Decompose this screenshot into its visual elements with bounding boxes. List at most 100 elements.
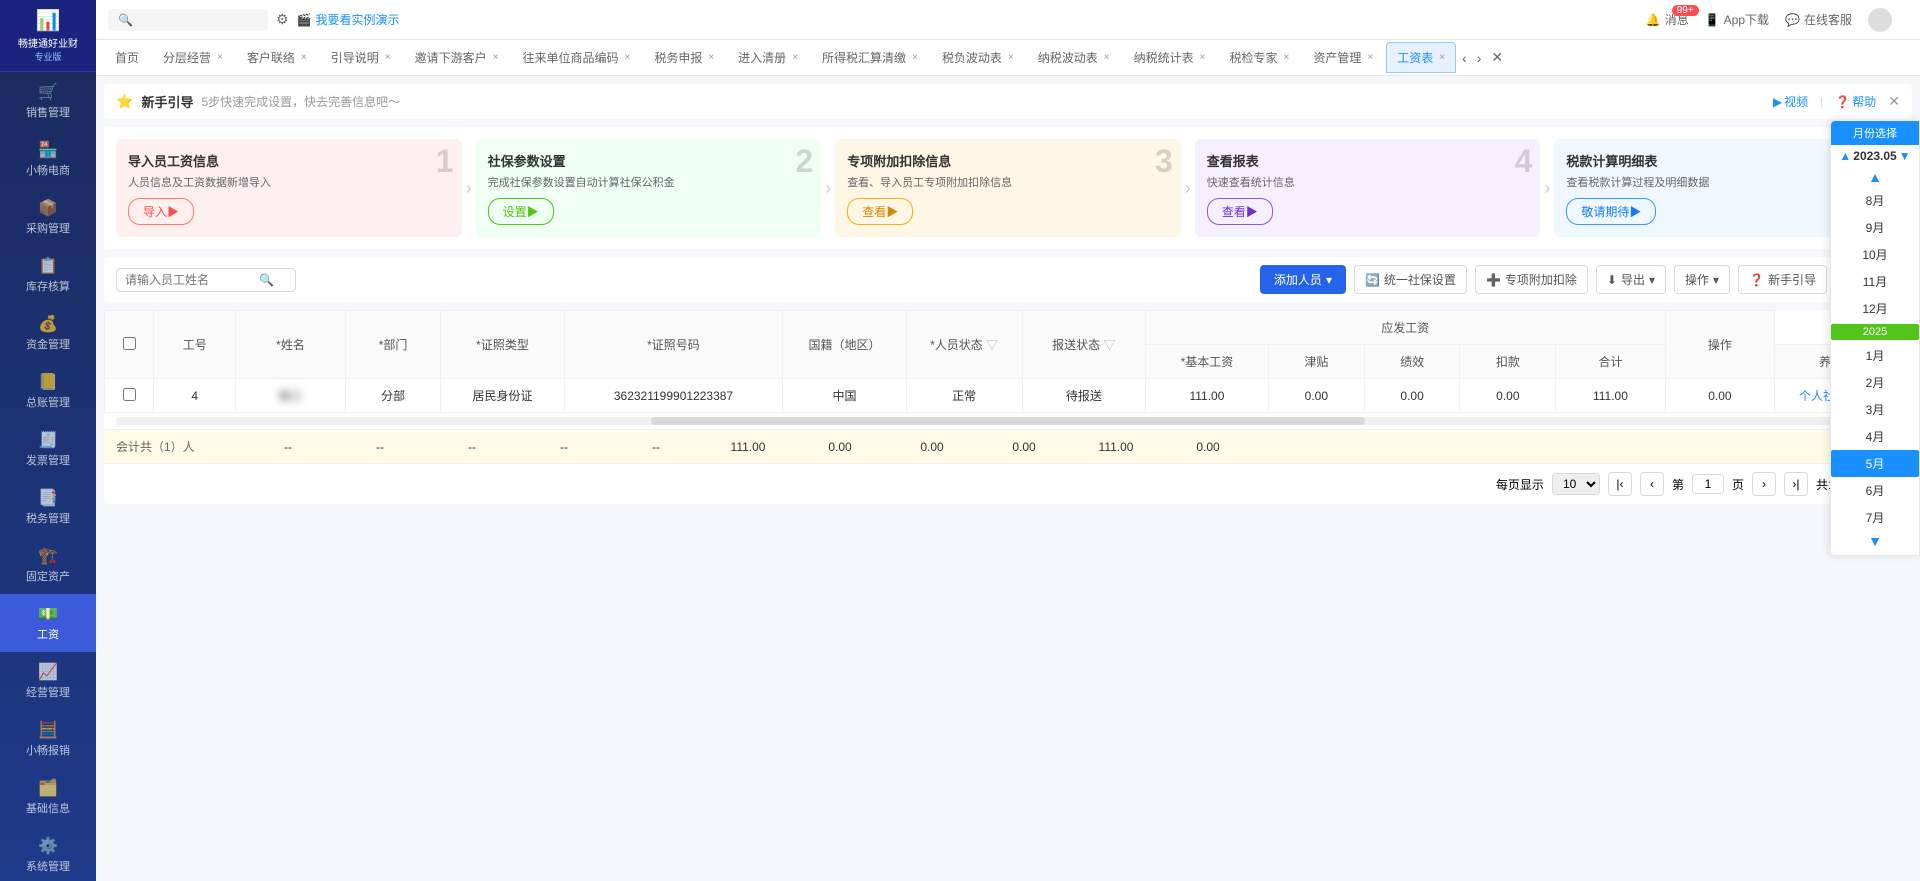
sidebar-item-sales[interactable]: 🛒 销售管理 <box>0 72 96 130</box>
scrollbar-thumb[interactable] <box>651 417 1365 425</box>
next-page-button[interactable]: › <box>1752 472 1776 496</box>
tab-wage-table[interactable]: 工资表 × <box>1386 42 1456 73</box>
add-employee-button[interactable]: 添加人员 ▾ <box>1260 265 1346 294</box>
new-guide-button[interactable]: ❓ 新手引导 <box>1738 265 1827 294</box>
tab-close-icon[interactable]: × <box>301 52 307 63</box>
sidebar-item-report[interactable]: 🧮 小畅报销 <box>0 710 96 768</box>
search-icon[interactable]: 🔍 <box>259 273 274 287</box>
tab-guide-intro[interactable]: 引导说明 × <box>320 42 402 73</box>
tab-home[interactable]: 首页 <box>104 42 150 73</box>
month-6[interactable]: 6月 <box>1831 477 1919 504</box>
tab-close-icon[interactable]: × <box>792 52 798 63</box>
step-1-button[interactable]: 导入▶ <box>128 198 194 225</box>
page-number-input[interactable] <box>1692 474 1724 494</box>
tab-close-icon[interactable]: × <box>1283 52 1289 63</box>
sidebar-item-wage[interactable]: 💵 工资 <box>0 594 96 652</box>
tab-partition[interactable]: 分层经营 × <box>152 42 234 73</box>
avatar[interactable] <box>1868 8 1892 32</box>
online-icon: 💬 <box>1785 13 1800 27</box>
tab-close-icon[interactable]: × <box>1200 52 1206 63</box>
month-12[interactable]: 12月 <box>1831 295 1919 322</box>
topbar-search[interactable]: 🔍 <box>108 9 268 31</box>
month-2[interactable]: 2月 <box>1831 369 1919 396</box>
tab-tax-stat[interactable]: 纳税统计表 × <box>1123 42 1217 73</box>
tab-invite[interactable]: 邀请下游客户 × <box>404 42 510 73</box>
sidebar-item-invoice[interactable]: 🧾 发票管理 <box>0 420 96 478</box>
month-scroll-up[interactable]: ▲ <box>1866 167 1884 187</box>
special-deduction-button[interactable]: ➕ 专项附加扣除 <box>1475 265 1588 294</box>
month-1[interactable]: 1月 <box>1831 342 1919 369</box>
select-all-checkbox[interactable] <box>123 337 136 350</box>
help-link[interactable]: ❓ 帮助 <box>1835 93 1876 110</box>
tab-next-button[interactable]: › <box>1473 50 1486 66</box>
sidebar-item-ledger[interactable]: 📒 总账管理 <box>0 362 96 420</box>
month-7[interactable]: 7月 <box>1831 504 1919 531</box>
social-insurance-button[interactable]: 🔄 统一社保设置 <box>1354 265 1467 294</box>
sidebar-item-tax[interactable]: 📑 税务管理 <box>0 478 96 536</box>
action-button[interactable]: 操作 ▾ <box>1674 265 1730 294</box>
sidebar-item-basic[interactable]: 🗂️ 基础信息 <box>0 768 96 826</box>
export-button[interactable]: ⬇ 导出 ▾ <box>1596 265 1666 294</box>
tab-close-icon[interactable]: × <box>493 52 499 63</box>
tab-clearance[interactable]: 进入清册 × <box>727 42 809 73</box>
row-checkbox[interactable] <box>123 388 136 401</box>
sidebar-item-inventory[interactable]: 📋 库存核算 <box>0 246 96 304</box>
app-download-button[interactable]: 📱 App下载 <box>1705 11 1769 28</box>
sidebar-item-label: 工资 <box>37 626 59 642</box>
prev-page-button[interactable]: ‹ <box>1640 472 1664 496</box>
step-2-button[interactable]: 设置▶ <box>488 198 554 225</box>
tab-tax-report[interactable]: 税务申报 × <box>643 42 725 73</box>
tab-tax-calc[interactable]: 所得税汇算清缴 × <box>811 42 929 73</box>
guide-close-button[interactable]: ✕ <box>1888 93 1900 110</box>
tab-close-icon[interactable]: × <box>1104 52 1110 63</box>
tab-close-icon[interactable]: × <box>708 52 714 63</box>
step-5-button[interactable]: 敬请期待▶ <box>1566 198 1656 225</box>
sidebar-item-finance[interactable]: 💰 资金管理 <box>0 304 96 362</box>
tab-close-icon[interactable]: × <box>1367 52 1373 63</box>
month-scroll-down[interactable]: ▼ <box>1866 531 1884 551</box>
tab-close-all-button[interactable]: ✕ <box>1487 49 1507 66</box>
settings-button[interactable]: ⚙ <box>276 11 289 28</box>
horizontal-scrollbar[interactable] <box>116 417 1900 425</box>
sidebar-item-operation[interactable]: 📈 经营管理 <box>0 652 96 710</box>
tab-close-icon[interactable]: × <box>624 52 630 63</box>
tab-tax-expert[interactable]: 税检专家 × <box>1218 42 1300 73</box>
page-size-select[interactable]: 10 20 50 <box>1552 473 1600 495</box>
filter-icon[interactable]: ▽ <box>1104 338 1116 352</box>
month-9[interactable]: 9月 <box>1831 214 1919 241</box>
sidebar-item-asset[interactable]: 🏗️ 固定资产 <box>0 536 96 594</box>
filter-icon[interactable]: ▽ <box>986 338 998 352</box>
employee-search-input[interactable] <box>125 273 255 287</box>
tab-asset-mgmt[interactable]: 资产管理 × <box>1302 42 1384 73</box>
tab-close-icon[interactable]: × <box>1439 52 1445 63</box>
month-3[interactable]: 3月 <box>1831 396 1919 423</box>
tab-label: 引导说明 <box>331 49 379 66</box>
step-4-button[interactable]: 查看▶ <box>1207 198 1273 225</box>
step-3-button[interactable]: 查看▶ <box>847 198 913 225</box>
tab-prev-button[interactable]: ‹ <box>1458 50 1471 66</box>
tab-close-icon[interactable]: × <box>912 52 918 63</box>
tab-tax-stat2[interactable]: 纳税波动表 × <box>1027 42 1121 73</box>
month-5[interactable]: 5月 <box>1831 450 1919 477</box>
demo-button[interactable]: 🎬 我要看实例演示 <box>297 11 400 28</box>
year-prev-button[interactable]: ▲ <box>1839 149 1851 163</box>
first-page-button[interactable]: |‹ <box>1608 472 1632 496</box>
tab-customer[interactable]: 客户联络 × <box>236 42 318 73</box>
tab-tax-relief[interactable]: 税负波动表 × <box>931 42 1025 73</box>
tab-close-icon[interactable]: × <box>385 52 391 63</box>
year-next-button[interactable]: ▼ <box>1899 149 1911 163</box>
last-page-button[interactable]: ›| <box>1784 472 1808 496</box>
msg-button[interactable]: 🔔 消息 99+ <box>1646 11 1689 28</box>
month-8[interactable]: 8月 <box>1831 187 1919 214</box>
sidebar-item-purchase[interactable]: 📦 采购管理 <box>0 188 96 246</box>
month-11[interactable]: 11月 <box>1831 268 1919 295</box>
tab-close-icon[interactable]: × <box>1008 52 1014 63</box>
month-10[interactable]: 10月 <box>1831 241 1919 268</box>
online-service-button[interactable]: 💬 在线客服 <box>1785 11 1852 28</box>
video-link[interactable]: ▶ 视频 <box>1773 93 1808 110</box>
month-4[interactable]: 4月 <box>1831 423 1919 450</box>
sidebar-item-system[interactable]: ⚙️ 系统管理 <box>0 826 96 881</box>
tab-close-icon[interactable]: × <box>217 52 223 63</box>
tab-product-code[interactable]: 往来单位商品编码 × <box>511 42 641 73</box>
sidebar-item-ecommerce[interactable]: 🏪 小畅电商 <box>0 130 96 188</box>
